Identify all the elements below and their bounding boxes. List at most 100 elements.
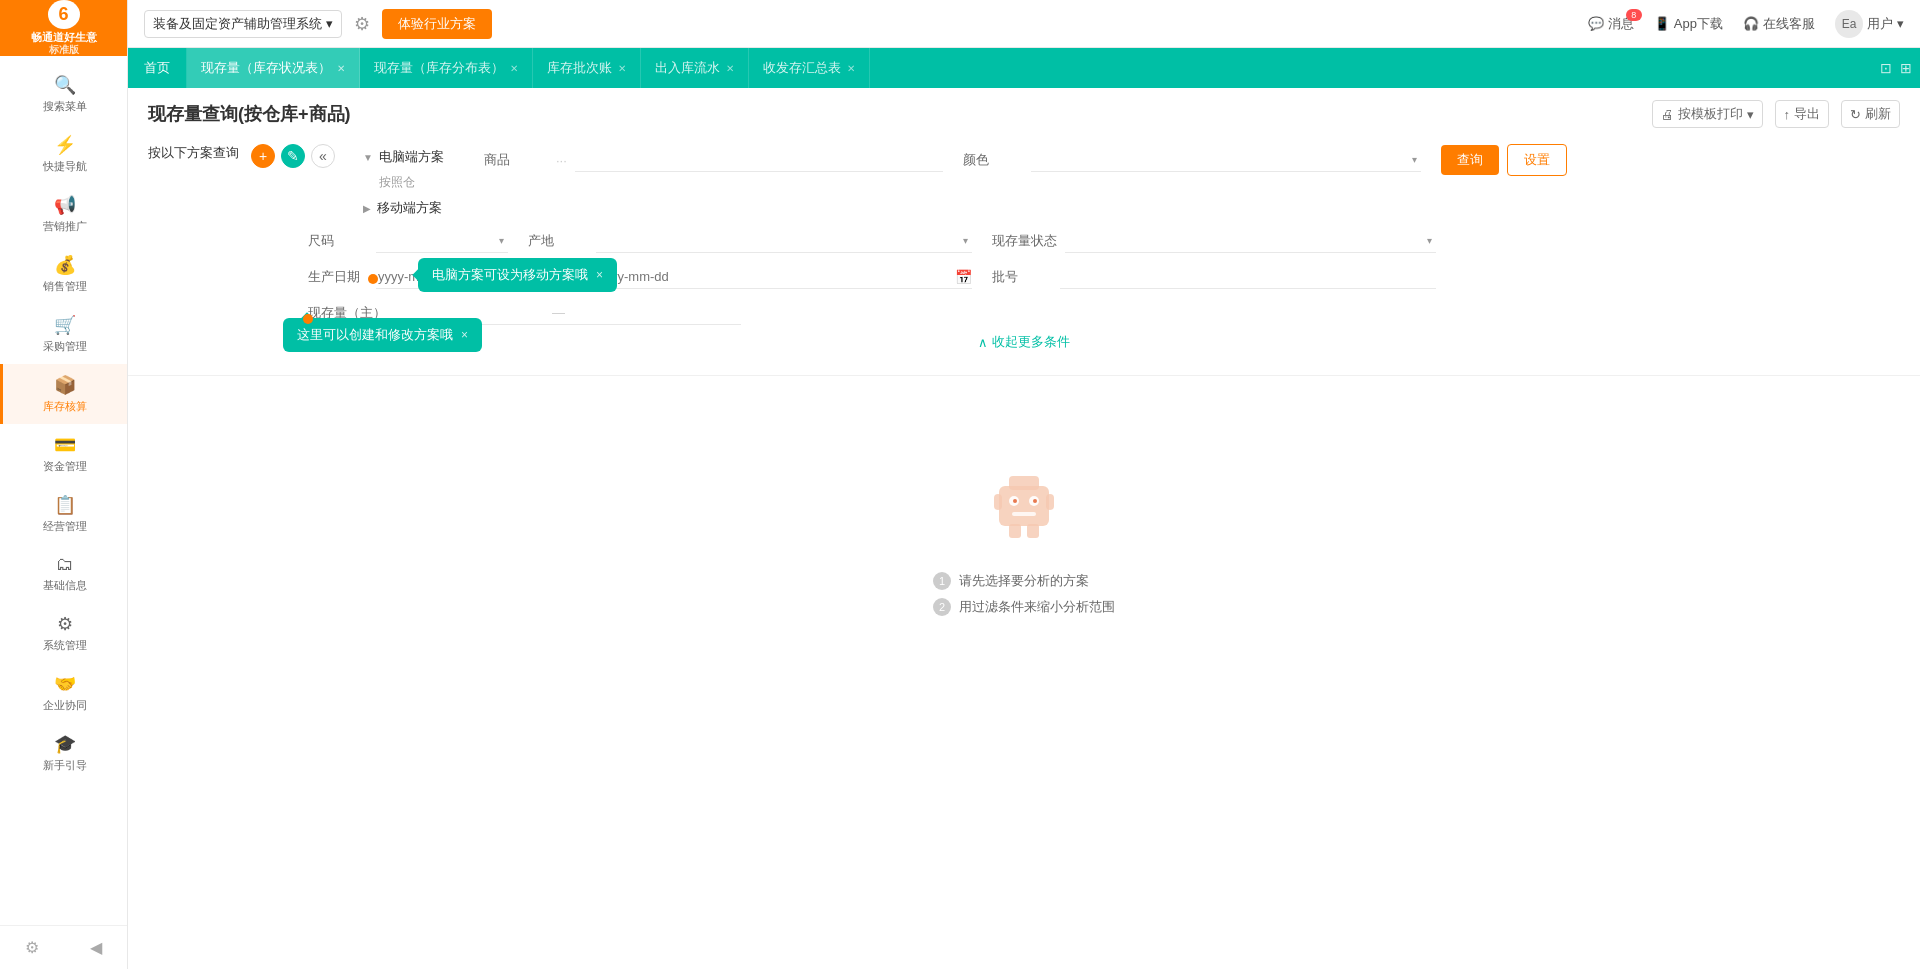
sidebar-settings-icon[interactable]: ⚙ [25,938,39,957]
tooltip1-close[interactable]: × [596,268,603,282]
enterprise-icon: 🤝 [54,673,76,695]
origin-select[interactable] [596,229,972,252]
color-select[interactable] [1031,148,1422,171]
export-icon: ↑ [1784,107,1791,122]
sidebar-item-guide[interactable]: ⚡ 快捷导航 [0,124,127,184]
chevron-down-icon: ▾ [326,16,333,31]
empty-tip-1: 1 请先选择要分析的方案 [933,572,1115,590]
tab-close-icon[interactable]: ✕ [510,63,518,74]
filter-item-goods: 商品 ··· [484,144,943,176]
page-header: 现存量查询(按仓库+商品) 🖨 按模板打印 ▾ ↑ 导出 ↻ 刷新 [128,88,1920,136]
scheme-desktop-group[interactable]: ▼ 电脑端方案 [355,144,452,170]
size-select[interactable] [376,229,508,252]
headset-icon: 🎧 [1743,16,1759,31]
refresh-btn[interactable]: ↻ 刷新 [1841,100,1900,128]
size-arrow-icon: ▾ [499,235,504,246]
sidebar-collapse-icon[interactable]: ◀ [90,938,102,957]
tooltip-scheme-mobile: 电脑方案可设为移动方案哦 × [418,258,617,292]
topbar: 装备及固定资产辅助管理系统 ▾ ⚙ 体验行业方案 💬 消息 8 📱 App下载 … [128,0,1920,48]
tab-receive-summary[interactable]: 收发存汇总表 ✕ [749,48,870,88]
empty-illustration [974,456,1074,556]
goods-dots[interactable]: ··· [556,153,567,168]
sidebar-item-purchase[interactable]: 🛒 采购管理 [0,304,127,364]
topbar-right: 💬 消息 8 📱 App下载 🎧 在线客服 Ea 用户 ▾ [1588,10,1904,38]
topbar-settings-icon[interactable]: ⚙ [354,13,370,35]
industry-btn[interactable]: 体验行业方案 [382,9,492,39]
scheme-edit-btn[interactable]: ✎ [281,144,305,168]
scheme-mobile-group[interactable]: ▶ 移动端方案 [355,195,452,221]
export-btn[interactable]: ↑ 导出 [1775,100,1830,128]
search-icon: 🔍 [54,74,76,96]
sidebar-item-finance[interactable]: 💳 资金管理 [0,424,127,484]
marketing-icon: 📢 [54,194,76,216]
stock-status-select-wrap: ▾ [1065,229,1436,253]
sidebar-item-enterprise[interactable]: 🤝 企业协同 [0,663,127,723]
batch-input[interactable] [1060,265,1436,289]
tab-inout-flow[interactable]: 出入库流水 ✕ [641,48,749,88]
logo-icon: 6 [48,0,80,29]
scheme-actions: + ✎ « [251,144,335,168]
tab-batch-ledger[interactable]: 库存批次账 ✕ [533,48,641,88]
newbie-icon: 🎓 [54,733,76,755]
sidebar: 6 畅通道好生意 标准版 🔍 搜索菜单 ⚡ 快捷导航 📢 营销推广 💰 销售管理… [0,0,128,969]
tab-home[interactable]: 首页 [128,48,187,88]
basic-icon: 🗂 [56,554,74,575]
tooltip2-close[interactable]: × [461,328,468,342]
sidebar-item-sales[interactable]: 💰 销售管理 [0,244,127,304]
sidebar-item-system[interactable]: ⚙ 系统管理 [0,603,127,663]
sidebar-item-marketing[interactable]: 📢 营销推广 [0,184,127,244]
action-btns: 查询 设置 [1441,144,1900,176]
system-selector[interactable]: 装备及固定资产辅助管理系统 ▾ [144,10,342,38]
content-area: 现存量查询(按仓库+商品) 🖨 按模板打印 ▾ ↑ 导出 ↻ 刷新 [128,88,1920,969]
sidebar-nav: 🔍 搜索菜单 ⚡ 快捷导航 📢 营销推广 💰 销售管理 🛒 采购管理 📦 库存核… [0,56,127,925]
expand-icon-2: ▶ [363,203,371,214]
tab-close-icon[interactable]: ✕ [847,63,855,74]
tooltip-scheme-create: 这里可以创建和修改方案哦 × [283,318,482,352]
scheme-add-btn[interactable]: + [251,144,275,168]
exp-date-input[interactable] [596,265,951,288]
app-download-item[interactable]: 📱 App下载 [1654,15,1723,33]
svg-point-4 [1013,499,1017,503]
filter-item-origin: 产地 ▾ [528,229,972,253]
page-actions: 🖨 按模板打印 ▾ ↑ 导出 ↻ 刷新 [1652,100,1901,128]
sidebar-item-basic[interactable]: 🗂 基础信息 [0,544,127,603]
scheme-desktop-item[interactable]: 按照仓 [355,170,452,195]
tab-close-icon[interactable]: ✕ [337,63,345,74]
sidebar-item-search[interactable]: 🔍 搜索菜单 [0,64,127,124]
user-item[interactable]: Ea 用户 ▾ [1835,10,1904,38]
origin-arrow-icon: ▾ [963,235,968,246]
stock-main-to-input[interactable] [569,301,741,324]
filter-header-row: 按以下方案查询 + ✎ « ▼ 电脑端方案 按照仓 [148,144,1900,221]
sidebar-item-operation[interactable]: 📋 经营管理 [0,484,127,544]
search-btn[interactable]: 查询 [1441,145,1499,175]
tab-close-icon[interactable]: ✕ [726,63,734,74]
scheme-back-btn[interactable]: « [311,144,335,168]
main-area: 装备及固定资产辅助管理系统 ▾ ⚙ 体验行业方案 💬 消息 8 📱 App下载 … [128,0,1920,969]
size-select-wrap: ▾ [376,229,508,253]
stock-status-select[interactable] [1065,229,1436,252]
online-support-item[interactable]: 🎧 在线客服 [1743,15,1815,33]
content-inner: 现存量查询(按仓库+商品) 🖨 按模板打印 ▾ ↑ 导出 ↻ 刷新 [128,88,1920,969]
filter-section: 按以下方案查询 + ✎ « ▼ 电脑端方案 按照仓 [128,136,1920,376]
exp-date-calendar-icon[interactable]: 📅 [955,269,972,285]
tab-inventory-dist[interactable]: 现存量（库存分布表） ✕ [360,48,533,88]
page-title: 现存量查询(按仓库+商品) [148,102,351,126]
message-item[interactable]: 💬 消息 8 [1588,15,1634,33]
avatar: Ea [1835,10,1863,38]
tab-close-icon[interactable]: ✕ [618,63,626,74]
tab-expand-icon[interactable]: ⊞ [1900,60,1912,76]
tab-minimize-icon[interactable]: ⊡ [1880,60,1892,76]
tab-inventory-status[interactable]: 现存量（库存状况表） ✕ [187,48,360,88]
collapse-up-icon: ∧ [978,335,988,350]
filter-row-2: 尺码 ▾ 产地 ▾ [148,229,1900,253]
filter-item-color: 颜色 ▾ [963,144,1422,176]
settings-btn[interactable]: 设置 [1507,144,1567,176]
sales-icon: 💰 [54,254,76,276]
user-chevron-icon: ▾ [1897,16,1904,31]
goods-input[interactable] [575,148,943,172]
svg-rect-1 [1009,476,1039,490]
sidebar-item-newbie[interactable]: 🎓 新手引导 [0,723,127,783]
print-btn[interactable]: 🖨 按模板打印 ▾ [1652,100,1763,128]
sidebar-logo: 6 畅通道好生意 标准版 [0,0,127,56]
sidebar-item-inventory[interactable]: 📦 库存核算 [0,364,127,424]
